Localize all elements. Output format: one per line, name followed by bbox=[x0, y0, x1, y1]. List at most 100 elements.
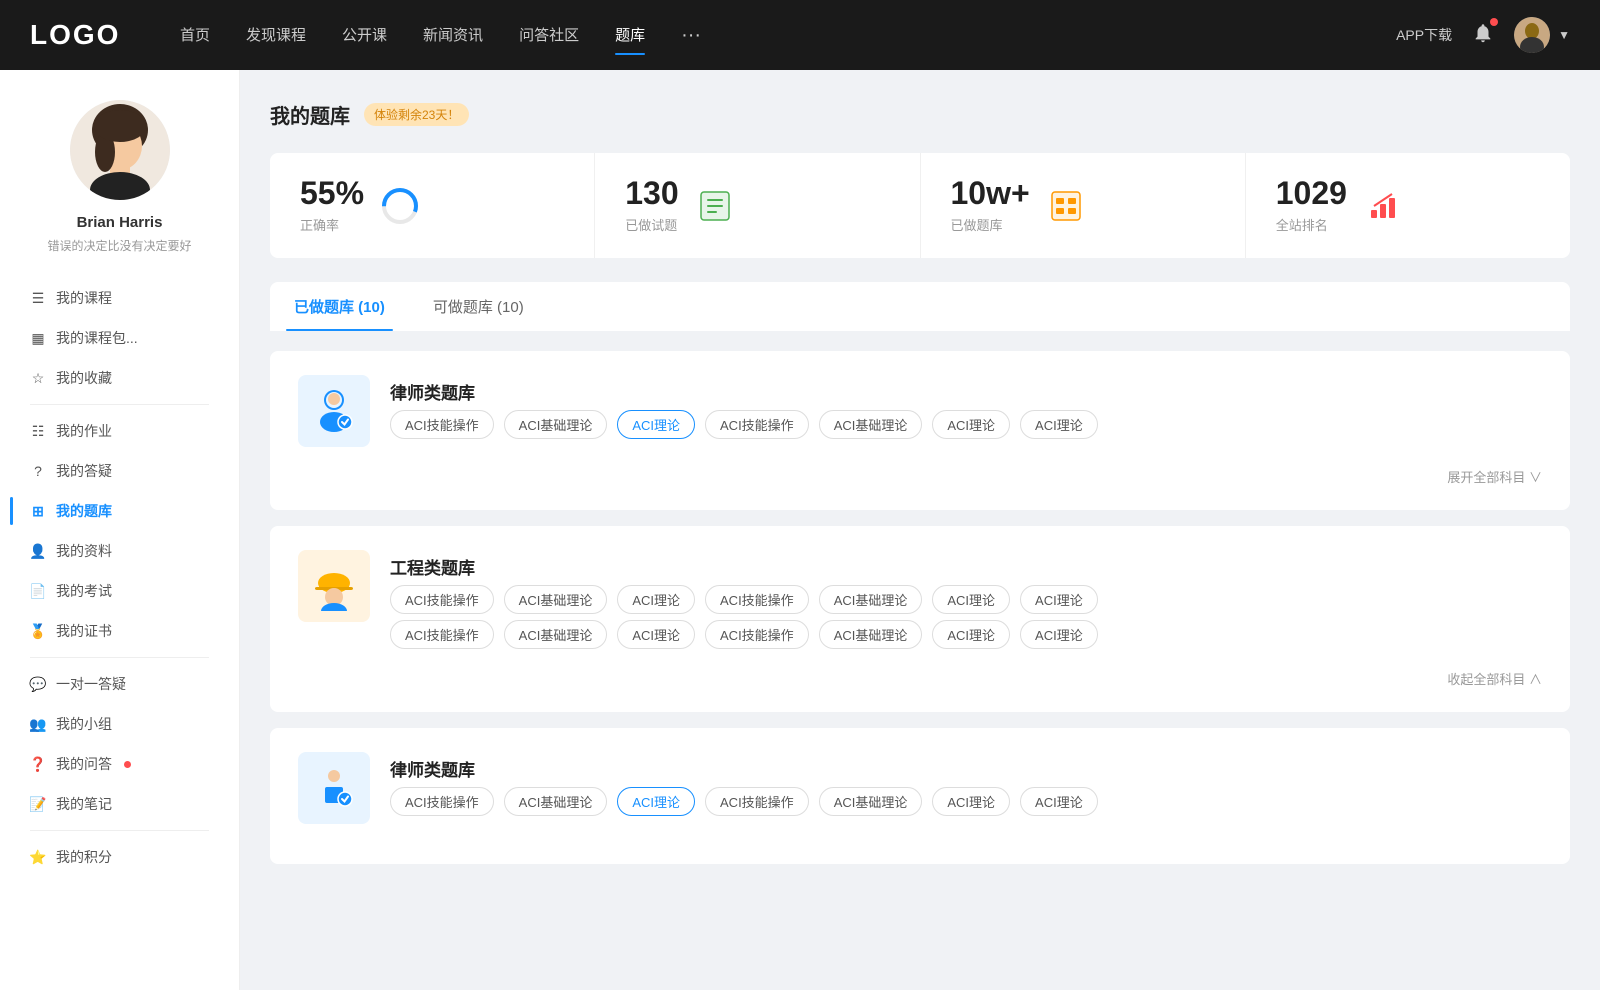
divider-2 bbox=[30, 657, 209, 658]
sidebar-item-points[interactable]: ⭐ 我的积分 bbox=[10, 837, 229, 877]
tag-2-r2-1[interactable]: ACI技能操作 bbox=[390, 620, 494, 649]
lawyer-icon-2 bbox=[309, 763, 359, 813]
stat-label-done-b: 已做题库 bbox=[951, 215, 1030, 234]
sidebar-item-myqa[interactable]: ❓ 我的问答 bbox=[10, 744, 229, 784]
tag-3-3[interactable]: ACI理论 bbox=[617, 787, 695, 816]
nav-links: 首页 发现课程 公开课 新闻资讯 问答社区 题库 ··· bbox=[180, 20, 1396, 51]
tag-2-6[interactable]: ACI理论 bbox=[932, 585, 1010, 614]
list-icon bbox=[695, 186, 735, 226]
tag-1-1[interactable]: ACI技能操作 bbox=[390, 410, 494, 439]
stats-row: 55% 正确率 130 已做试题 bbox=[270, 153, 1570, 258]
sidebar-item-course-pack[interactable]: ▦ 我的课程包... bbox=[10, 318, 229, 358]
tag-1-7[interactable]: ACI理论 bbox=[1020, 410, 1098, 439]
tag-2-1[interactable]: ACI技能操作 bbox=[390, 585, 494, 614]
sidebar-item-favorites[interactable]: ☆ 我的收藏 bbox=[10, 358, 229, 398]
star-icon: ☆ bbox=[30, 370, 46, 386]
doc-icon: 📄 bbox=[30, 583, 46, 599]
tab-done[interactable]: 已做题库 (10) bbox=[270, 282, 409, 331]
divider-1 bbox=[30, 404, 209, 405]
lawyer-icon bbox=[309, 386, 359, 436]
quiz-bank-icon-lawyer bbox=[298, 375, 370, 447]
sidebar-item-certificate[interactable]: 🏅 我的证书 bbox=[10, 611, 229, 651]
quiz-bank-title-2: 工程类题库 bbox=[390, 550, 1542, 579]
tag-3-1[interactable]: ACI技能操作 bbox=[390, 787, 494, 816]
nav-qa[interactable]: 问答社区 bbox=[519, 20, 579, 51]
quiz-bank-title-3: 律师类题库 bbox=[390, 752, 1542, 781]
tag-1-3[interactable]: ACI理论 bbox=[617, 410, 695, 439]
user-avatar-nav[interactable]: ▼ bbox=[1514, 17, 1570, 53]
collapse-bank-2[interactable]: 收起全部科目 ∧ bbox=[1447, 665, 1542, 688]
tag-2-r2-5[interactable]: ACI基础理论 bbox=[819, 620, 923, 649]
sidebar-user-name: Brian Harris bbox=[77, 214, 163, 231]
tag-2-7[interactable]: ACI理论 bbox=[1020, 585, 1098, 614]
sidebar-item-group[interactable]: 👥 我的小组 bbox=[10, 704, 229, 744]
tag-2-r2-2[interactable]: ACI基础理论 bbox=[504, 620, 608, 649]
trial-badge: 体验剩余23天！ bbox=[364, 103, 469, 126]
bar-chart-icon: ▦ bbox=[30, 330, 46, 346]
nav-discover[interactable]: 发现课程 bbox=[246, 20, 306, 51]
tag-2-4[interactable]: ACI技能操作 bbox=[705, 585, 809, 614]
quiz-bank-title-1: 律师类题库 bbox=[390, 375, 1542, 404]
sidebar-item-notes[interactable]: 📝 我的笔记 bbox=[10, 784, 229, 824]
tag-1-4[interactable]: ACI技能操作 bbox=[705, 410, 809, 439]
avatar-image bbox=[1514, 17, 1550, 53]
nav-home[interactable]: 首页 bbox=[180, 20, 210, 51]
tag-2-r2-7[interactable]: ACI理论 bbox=[1020, 620, 1098, 649]
quiz-bank-tags-3: ACI技能操作 ACI基础理论 ACI理论 ACI技能操作 ACI基础理论 AC… bbox=[390, 787, 1542, 816]
app-download-link[interactable]: APP下载 bbox=[1396, 25, 1452, 45]
layout: Brian Harris 错误的决定比没有决定要好 ☰ 我的课程 ▦ 我的课程包… bbox=[0, 70, 1600, 990]
sidebar-item-1v1[interactable]: 💬 一对一答疑 bbox=[10, 664, 229, 704]
sidebar-avatar bbox=[70, 100, 170, 200]
tag-3-4[interactable]: ACI技能操作 bbox=[705, 787, 809, 816]
tag-2-2[interactable]: ACI基础理论 bbox=[504, 585, 608, 614]
nav-open-course[interactable]: 公开课 bbox=[342, 20, 387, 51]
sidebar-menu: ☰ 我的课程 ▦ 我的课程包... ☆ 我的收藏 ☷ 我的作业 ? 我的答疑 ⊞ bbox=[0, 278, 239, 877]
quiz-bank-icon-lawyer-2 bbox=[298, 752, 370, 824]
tag-3-6[interactable]: ACI理论 bbox=[932, 787, 1010, 816]
nav-quizbank[interactable]: 题库 bbox=[615, 20, 645, 51]
group-icon: 👥 bbox=[30, 716, 46, 732]
quiz-bank-engineer: 工程类题库 ACI技能操作 ACI基础理论 ACI理论 ACI技能操作 ACI基… bbox=[270, 526, 1570, 712]
pie-chart-icon bbox=[380, 186, 420, 226]
notification-bell[interactable] bbox=[1472, 22, 1494, 49]
sidebar-item-quizbank[interactable]: ⊞ 我的题库 bbox=[10, 491, 229, 531]
expand-bank-1[interactable]: 展开全部科目 ∨ bbox=[1447, 463, 1542, 486]
nav-news[interactable]: 新闻资讯 bbox=[423, 20, 483, 51]
stat-done-questions: 130 已做试题 bbox=[595, 153, 920, 258]
quiz-bank-tags-1: ACI技能操作 ACI基础理论 ACI理论 ACI技能操作 ACI基础理论 AC… bbox=[390, 410, 1542, 439]
tag-3-7[interactable]: ACI理论 bbox=[1020, 787, 1098, 816]
tag-1-2[interactable]: ACI基础理论 bbox=[504, 410, 608, 439]
tag-3-2[interactable]: ACI基础理论 bbox=[504, 787, 608, 816]
qa-icon: ❓ bbox=[30, 756, 46, 772]
stat-label-rank: 全站排名 bbox=[1276, 215, 1347, 234]
quiz-bank-lawyer-1: 律师类题库 ACI技能操作 ACI基础理论 ACI理论 ACI技能操作 ACI基… bbox=[270, 351, 1570, 510]
tag-2-3[interactable]: ACI理论 bbox=[617, 585, 695, 614]
tag-2-r2-4[interactable]: ACI技能操作 bbox=[705, 620, 809, 649]
bar-up-icon bbox=[1363, 186, 1403, 226]
sidebar-item-profile[interactable]: 👤 我的资料 bbox=[10, 531, 229, 571]
tag-1-5[interactable]: ACI基础理论 bbox=[819, 410, 923, 439]
tag-2-r2-6[interactable]: ACI理论 bbox=[932, 620, 1010, 649]
sidebar-item-courses[interactable]: ☰ 我的课程 bbox=[10, 278, 229, 318]
stat-value-done-q: 130 bbox=[625, 177, 678, 209]
tag-2-r2-3[interactable]: ACI理论 bbox=[617, 620, 695, 649]
question-icon: ? bbox=[30, 463, 46, 479]
tag-1-6[interactable]: ACI理论 bbox=[932, 410, 1010, 439]
stat-value-done-b: 10w+ bbox=[951, 177, 1030, 209]
divider-3 bbox=[30, 830, 209, 831]
tag-3-5[interactable]: ACI基础理论 bbox=[819, 787, 923, 816]
nav-more[interactable]: ··· bbox=[681, 20, 701, 51]
sidebar-item-homework[interactable]: ☷ 我的作业 bbox=[10, 411, 229, 451]
sidebar-item-exam[interactable]: 📄 我的考试 bbox=[10, 571, 229, 611]
sidebar-item-doubts[interactable]: ? 我的答疑 bbox=[10, 451, 229, 491]
tab-available[interactable]: 可做题库 (10) bbox=[409, 282, 548, 331]
assignment-icon: ☷ bbox=[30, 423, 46, 439]
stat-done-banks: 10w+ 已做题库 bbox=[921, 153, 1246, 258]
logo[interactable]: LOGO bbox=[30, 19, 130, 51]
notification-badge bbox=[1490, 18, 1498, 26]
grid-list-icon bbox=[1046, 186, 1086, 226]
note-icon: 📝 bbox=[30, 796, 46, 812]
certificate-icon: 🏅 bbox=[30, 623, 46, 639]
quiz-bank-tags-2-row2: ACI技能操作 ACI基础理论 ACI理论 ACI技能操作 ACI基础理论 AC… bbox=[390, 620, 1542, 649]
tag-2-5[interactable]: ACI基础理论 bbox=[819, 585, 923, 614]
